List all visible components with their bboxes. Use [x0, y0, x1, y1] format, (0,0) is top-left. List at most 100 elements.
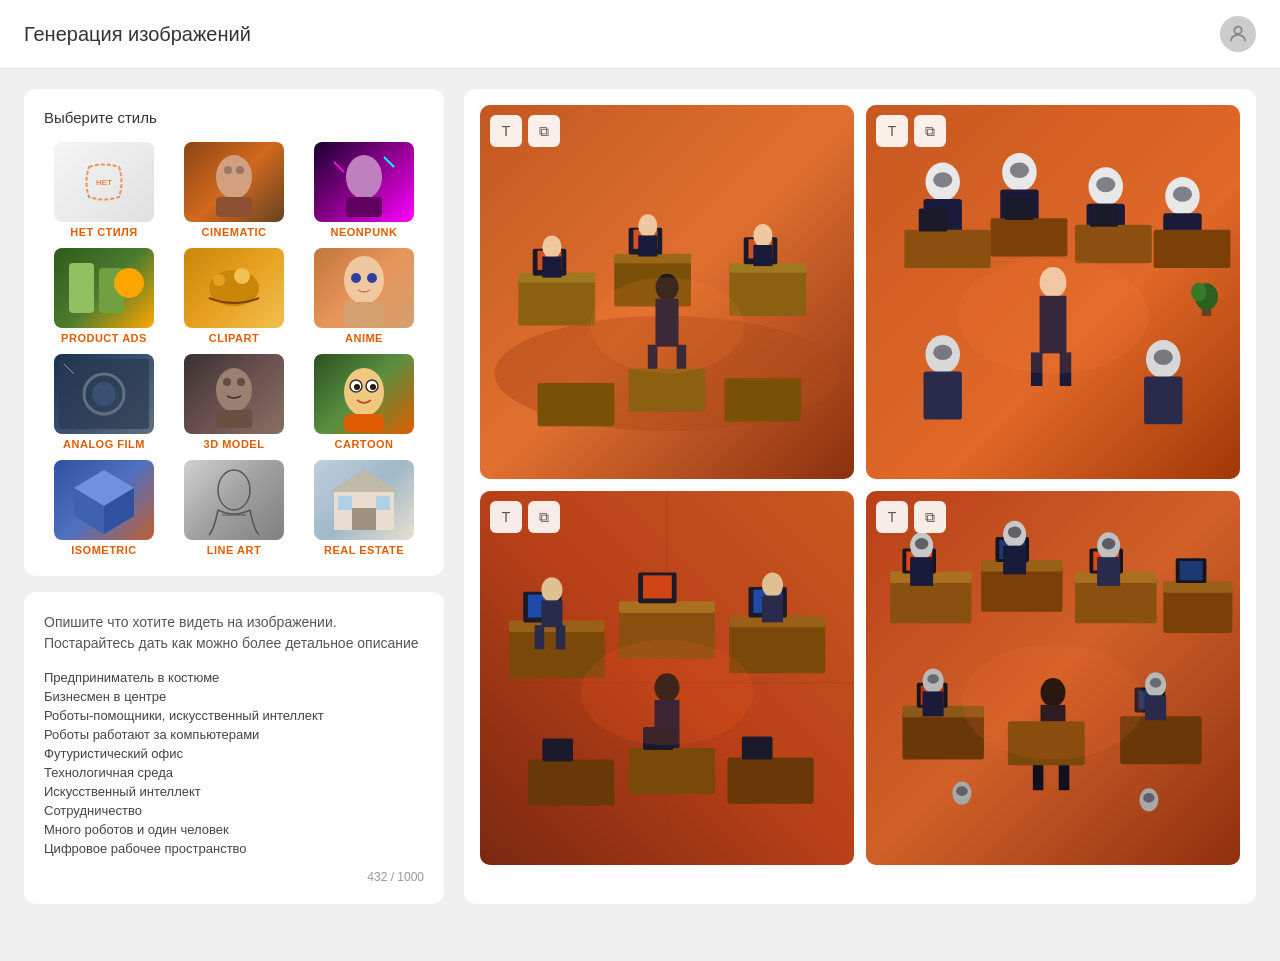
action-t-btn-1[interactable]: T	[490, 115, 522, 147]
svg-rect-133	[727, 758, 813, 804]
style-item-cartoon[interactable]: CARTOON	[304, 354, 424, 450]
image-card-3: T ⧉	[480, 491, 854, 865]
action-copy-btn-3[interactable]: ⧉	[528, 501, 560, 533]
svg-point-104	[1191, 282, 1206, 301]
left-panel: Выберите стиль НЕТ НЕТ СТИЛЯ	[24, 89, 444, 904]
style-thumb-clipart	[184, 248, 284, 328]
style-item-isometric[interactable]: ISOMETRIC	[44, 460, 164, 556]
style-thumb-cinematic	[184, 142, 284, 222]
tag-item[interactable]: Искусственный интеллект	[44, 782, 424, 801]
svg-rect-145	[910, 557, 933, 586]
svg-rect-98	[924, 372, 962, 420]
image-actions-1: T ⧉	[490, 115, 560, 147]
svg-rect-46	[518, 278, 595, 326]
svg-text:НЕТ: НЕТ	[96, 178, 112, 187]
action-copy-btn-4[interactable]: ⧉	[914, 501, 946, 533]
style-item-neonpunk[interactable]: NEONPUNK	[304, 142, 424, 238]
svg-point-32	[370, 384, 376, 390]
svg-point-0	[1234, 27, 1241, 34]
style-item-analog-film[interactable]: ANALOG FILM	[44, 354, 164, 450]
tag-item[interactable]: Роботы-помощники, искусственный интеллек…	[44, 706, 424, 725]
image-card-4: T ⧉	[866, 491, 1240, 865]
svg-rect-51	[542, 257, 561, 278]
style-item-cinematic[interactable]: CINEMATIC	[174, 142, 294, 238]
tag-item[interactable]: Технологичная среда	[44, 763, 424, 782]
svg-point-151	[1008, 526, 1021, 538]
tag-item[interactable]: Роботы работают за компьютерами	[44, 725, 424, 744]
image-card-2: T ⧉	[866, 105, 1240, 479]
images-grid: T ⧉	[480, 105, 1240, 865]
svg-point-186	[1143, 793, 1155, 803]
action-copy-btn-1[interactable]: ⧉	[528, 115, 560, 147]
style-thumb-cartoon	[314, 354, 414, 434]
svg-point-26	[223, 378, 231, 386]
image-actions-2: T ⧉	[876, 115, 946, 147]
style-thumb-analogfilm	[54, 354, 154, 434]
svg-rect-10	[69, 263, 94, 313]
tag-item[interactable]: Много роботов и один человек	[44, 820, 424, 839]
svg-point-12	[114, 268, 144, 298]
avatar[interactable]	[1220, 16, 1256, 52]
svg-rect-57	[638, 235, 657, 256]
tag-item[interactable]: Предприниматель в костюме	[44, 668, 424, 687]
tag-item[interactable]: Бизнесмен в центре	[44, 687, 424, 706]
svg-point-180	[1150, 678, 1162, 688]
svg-point-66	[753, 224, 772, 247]
action-copy-btn-2[interactable]: ⧉	[914, 115, 946, 147]
page-title: Генерация изображений	[24, 23, 251, 46]
svg-rect-7	[346, 197, 382, 217]
svg-point-6	[346, 155, 382, 199]
svg-rect-120	[643, 575, 672, 598]
tag-item[interactable]: Цифровое рабочее пространство	[44, 839, 424, 858]
svg-point-2	[216, 155, 252, 199]
tag-item[interactable]: Футуристический офис	[44, 744, 424, 763]
style-item-product-ads[interactable]: PRODUCT ADS	[44, 248, 164, 344]
svg-point-129	[762, 573, 783, 598]
svg-line-9	[384, 157, 394, 167]
style-thumb-realestate	[314, 460, 414, 540]
header: Генерация изображений	[0, 0, 1280, 69]
svg-point-144	[915, 538, 928, 550]
svg-point-177	[927, 674, 939, 684]
style-thumb-isometric	[54, 460, 154, 540]
svg-rect-160	[1163, 587, 1232, 633]
action-t-btn-4[interactable]: T	[876, 501, 908, 533]
svg-point-97	[933, 345, 952, 360]
svg-rect-43	[376, 496, 390, 510]
svg-rect-17	[344, 302, 384, 326]
description-panel: Опишите что хотите видеть на изображении…	[24, 592, 444, 904]
svg-rect-116	[556, 625, 566, 649]
style-thumb-productads	[54, 248, 154, 328]
svg-point-105	[957, 258, 1149, 373]
svg-point-28	[344, 368, 384, 416]
svg-rect-181	[1145, 695, 1166, 720]
action-t-btn-2[interactable]: T	[876, 115, 908, 147]
tag-item[interactable]: Сотрудничество	[44, 801, 424, 820]
svg-point-74	[933, 172, 952, 187]
style-item-no-style[interactable]: НЕТ НЕТ СТИЛЯ	[44, 142, 164, 238]
style-thumb-lineart	[184, 460, 284, 540]
style-label-product-ads: PRODUCT ADS	[61, 332, 147, 344]
style-item-line-art[interactable]: LINE ART	[174, 460, 294, 556]
svg-rect-131	[528, 760, 614, 806]
style-item-real-estate[interactable]: REAL ESTATE	[304, 460, 424, 556]
style-label-isometric: ISOMETRIC	[71, 544, 137, 556]
image-actions-4: T ⧉	[876, 501, 946, 533]
svg-point-16	[344, 256, 384, 304]
svg-rect-130	[762, 596, 783, 623]
style-item-clipart[interactable]: CLIPART	[174, 248, 294, 344]
tags-list: Предприниматель в костюмеБизнесмен в цен…	[44, 668, 424, 858]
svg-point-80	[1096, 177, 1115, 192]
svg-rect-89	[919, 209, 948, 232]
svg-rect-163	[1180, 561, 1203, 580]
svg-rect-136	[742, 736, 773, 759]
style-thumb-neonpunk	[314, 142, 414, 222]
svg-point-27	[237, 378, 245, 386]
svg-rect-90	[1005, 197, 1034, 220]
svg-rect-134	[542, 738, 573, 761]
action-t-btn-3[interactable]: T	[490, 501, 522, 533]
svg-rect-42	[338, 496, 352, 510]
svg-rect-68	[538, 383, 615, 426]
style-item-anime[interactable]: ANIME	[304, 248, 424, 344]
style-item-3d-model[interactable]: 3D MODEL	[174, 354, 294, 450]
